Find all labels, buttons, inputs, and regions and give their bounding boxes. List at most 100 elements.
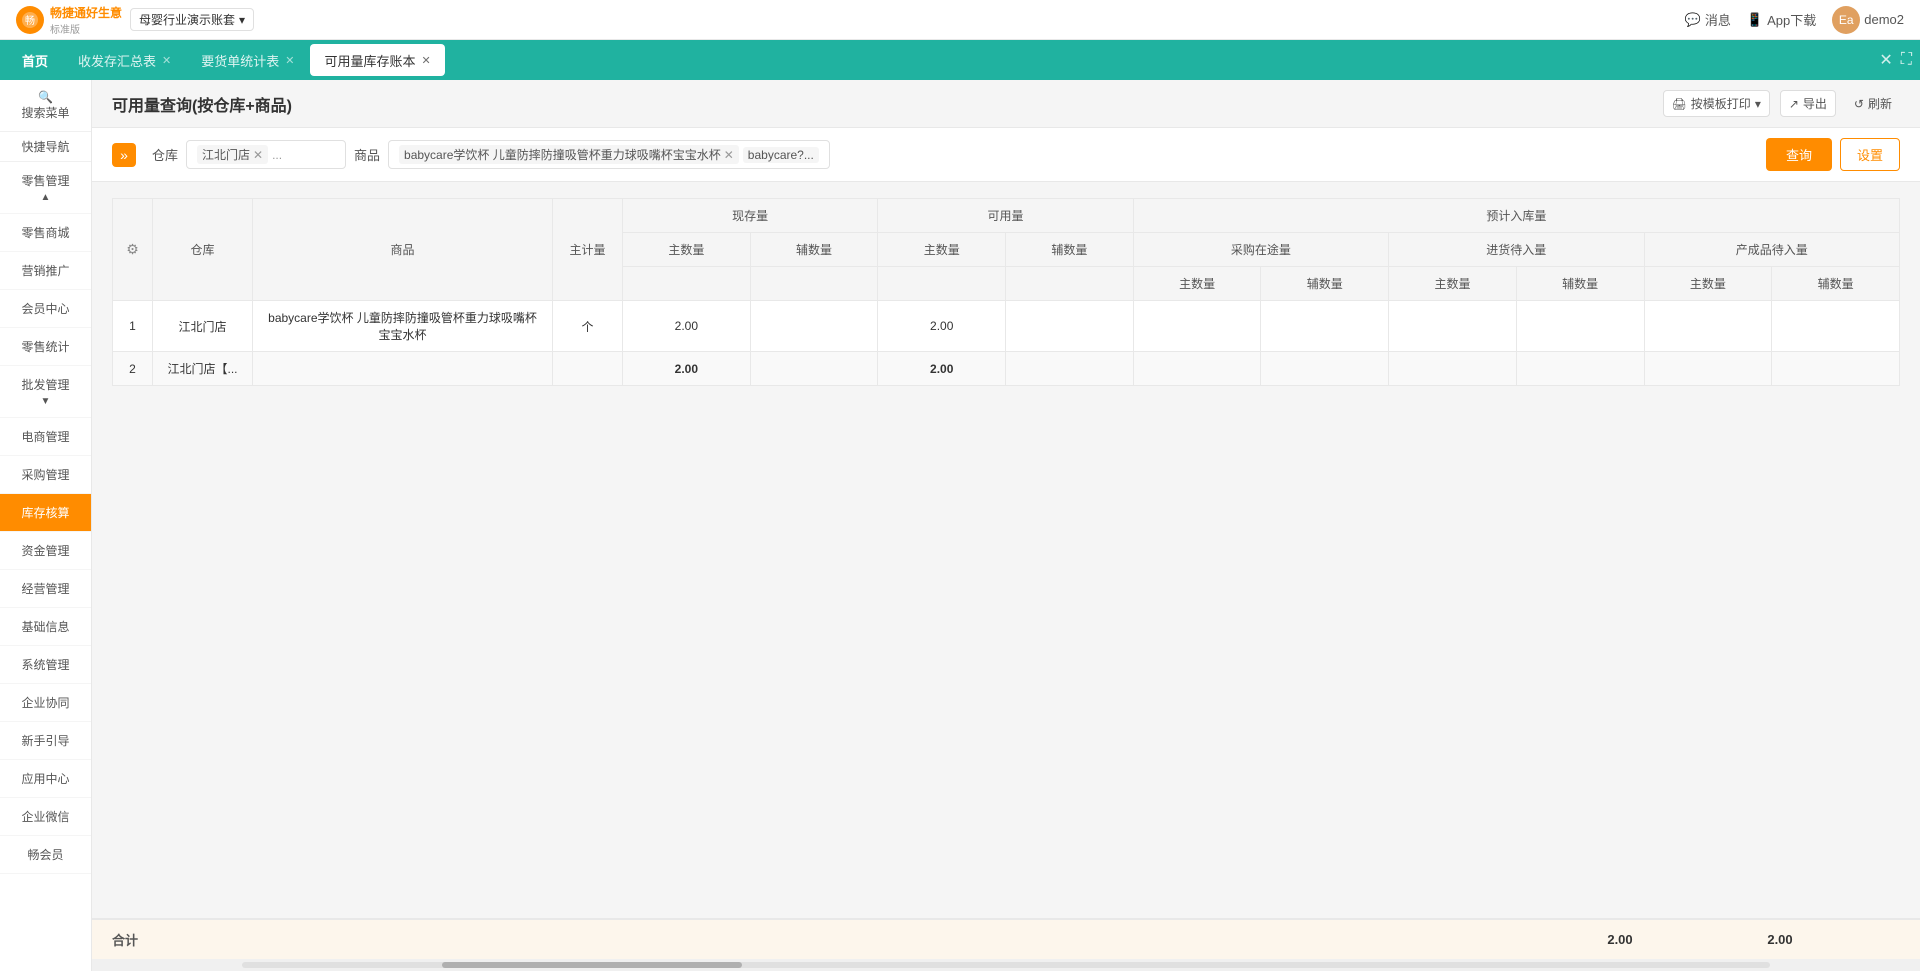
current-aux-qty-header: 辅数量 xyxy=(750,233,878,267)
av-aux-sub xyxy=(1006,267,1134,301)
sidebar-item-system-mgmt[interactable]: 系统管理 xyxy=(0,646,91,684)
refresh-label: 刷新 xyxy=(1868,95,1892,112)
message-btn[interactable]: 💬 消息 xyxy=(1685,10,1731,29)
close-icon[interactable]: ✕ xyxy=(422,54,431,67)
search-label: 搜索菜单 xyxy=(8,104,83,121)
search-icon: 🔍 xyxy=(38,90,53,104)
tab-home[interactable]: 首页 xyxy=(8,44,62,76)
col-settings: ⚙ xyxy=(113,199,153,301)
summary-row: 合计 2.00 2.00 xyxy=(92,918,1920,959)
product-label: 商品 xyxy=(354,145,380,164)
warehouse-label: 仓库 xyxy=(152,145,178,164)
sidebar-label: 批发管理 xyxy=(21,376,69,393)
scroll-track xyxy=(242,962,1770,968)
sidebar-label: 零售统计 xyxy=(21,338,69,355)
close-icon[interactable]: ✕ xyxy=(162,54,171,67)
horizontal-scrollbar[interactable] xyxy=(92,959,1920,971)
row-current-main: 2.00 xyxy=(623,352,751,386)
table-row: 2 江北门店【... 2.00 2.00 xyxy=(113,352,1900,386)
close-all-btn[interactable]: ✕ xyxy=(1879,50,1892,70)
sidebar-label: 新手引导 xyxy=(21,732,69,749)
sidebar-item-member-center[interactable]: 会员中心 xyxy=(0,290,91,328)
cs-aux-sub xyxy=(750,267,878,301)
sidebar-item-enterprise-wechat[interactable]: 企业微信 xyxy=(0,798,91,836)
row-pur-aux xyxy=(1261,301,1389,352)
setting-btn[interactable]: 设置 xyxy=(1840,138,1900,171)
close-icon[interactable]: ✕ xyxy=(285,54,294,67)
quick-nav-label: 快捷导航 xyxy=(21,140,69,154)
inb-aux-sub: 辅数量 xyxy=(1516,267,1644,301)
industry-select[interactable]: 母婴行业演示账套 ▾ xyxy=(130,8,254,31)
sidebar-label: 营销推广 xyxy=(21,262,69,279)
sidebar-item-vip-member[interactable]: 畅会员 xyxy=(0,836,91,874)
purchase-transit-header: 采购在途量 xyxy=(1133,233,1388,267)
sidebar-label: 会员中心 xyxy=(21,300,69,317)
sidebar-item-retail-stats[interactable]: 零售统计 xyxy=(0,328,91,366)
chevron-down-icon: ▾ xyxy=(239,13,245,27)
export-btn[interactable]: ↗ 导出 xyxy=(1780,90,1836,117)
remove-product1-btn[interactable]: ✕ xyxy=(724,148,734,162)
maximize-btn[interactable]: ⛶ xyxy=(1901,51,1912,69)
tab-order-label: 要货单统计表 xyxy=(201,51,279,70)
sidebar-item-inventory-check[interactable]: 库存核算 xyxy=(0,494,91,532)
row-avail-main: 2.00 xyxy=(878,352,1006,386)
sidebar-item-finance-mgmt[interactable]: 资金管理 xyxy=(0,532,91,570)
row-product xyxy=(253,352,553,386)
chevron-down-icon: ▼ xyxy=(41,396,51,407)
expand-btn[interactable]: » xyxy=(112,143,136,167)
top-bar-right: 💬 消息 📱 App下载 Ea demo2 xyxy=(1685,6,1904,34)
row-warehouse: 江北门店【... xyxy=(153,352,253,386)
sidebar-quick-nav[interactable]: 快捷导航 xyxy=(0,132,91,162)
row-product: babycare学饮杯 儿童防摔防撞吸管杯重力球吸嘴杯宝宝水杯 xyxy=(253,301,553,352)
summary-label: 合计 xyxy=(112,930,262,949)
user-info[interactable]: Ea demo2 xyxy=(1832,6,1904,34)
summary-current-main: 2.00 xyxy=(1580,932,1660,947)
tab-income-summary[interactable]: 收发存汇总表 ✕ xyxy=(64,44,185,76)
sidebar-search[interactable]: 🔍 搜索菜单 xyxy=(0,80,91,132)
sidebar-item-enterprise-collab[interactable]: 企业协同 xyxy=(0,684,91,722)
warehouse-value: 江北门店 xyxy=(202,146,250,163)
row-num: 2 xyxy=(113,352,153,386)
sidebar-label: 库存核算 xyxy=(21,504,69,521)
export-icon: ↗ xyxy=(1789,97,1799,111)
product-tag2-value: babycare?... xyxy=(748,148,814,162)
sidebar-item-new-guide[interactable]: 新手引导 xyxy=(0,722,91,760)
print-btn[interactable]: 🖨 按模板打印 ▾ xyxy=(1663,90,1770,117)
tab-available-stock[interactable]: 可用量库存账本 ✕ xyxy=(310,44,444,76)
sidebar-item-basic-info[interactable]: 基础信息 xyxy=(0,608,91,646)
sidebar-item-operations-mgmt[interactable]: 经营管理 xyxy=(0,570,91,608)
cs-main-sub xyxy=(623,267,751,301)
sidebar-item-ecommerce-mgmt[interactable]: 电商管理 xyxy=(0,418,91,456)
warehouse-input[interactable]: 江北门店 ✕ ... xyxy=(186,140,346,169)
sidebar-item-purchase-mgmt[interactable]: 采购管理 xyxy=(0,456,91,494)
sidebar-label: 畅会员 xyxy=(27,846,63,863)
export-label: 导出 xyxy=(1803,95,1827,112)
avatar: Ea xyxy=(1832,6,1860,34)
row-warehouse: 江北门店 xyxy=(153,301,253,352)
sidebar-item-marketing[interactable]: 营销推广 xyxy=(0,252,91,290)
sidebar-item-wholesale-mgmt[interactable]: 批发管理 ▼ xyxy=(0,366,91,418)
remove-warehouse-btn[interactable]: ✕ xyxy=(253,148,263,162)
gear-icon[interactable]: ⚙ xyxy=(126,241,139,257)
product-input[interactable]: babycare学饮杯 儿童防摔防撞吸管杯重力球吸嘴杯宝宝水杯 ✕ babyca… xyxy=(388,140,830,169)
sidebar-item-retail-mall[interactable]: 零售商城 xyxy=(0,214,91,252)
query-btn[interactable]: 查询 xyxy=(1766,138,1832,171)
sidebar-label: 零售商城 xyxy=(21,224,69,241)
app-download-label: App下载 xyxy=(1767,10,1816,29)
sidebar-item-retail-mgmt[interactable]: 零售管理 ▲ xyxy=(0,162,91,214)
logo-icon: 畅 xyxy=(16,6,44,34)
app-download-btn[interactable]: 📱 App下载 xyxy=(1747,10,1816,29)
sidebar-label: 零售管理 xyxy=(21,172,69,189)
inb-main-sub: 主数量 xyxy=(1389,267,1517,301)
sidebar-item-app-center[interactable]: 应用中心 xyxy=(0,760,91,798)
warehouse-tag: 江北门店 ✕ xyxy=(197,145,268,164)
row-prod-aux xyxy=(1772,301,1900,352)
row-inb-aux xyxy=(1516,352,1644,386)
tab-order-stats[interactable]: 要货单统计表 ✕ xyxy=(187,44,308,76)
chevron-down-icon: ▾ xyxy=(1755,97,1761,111)
col-current-stock-header: 现存量 xyxy=(623,199,878,233)
summary-avail-main: 2.00 xyxy=(1740,932,1820,947)
scroll-thumb[interactable] xyxy=(442,962,742,968)
row-avail-aux xyxy=(1006,301,1134,352)
refresh-btn[interactable]: ↺ 刷新 xyxy=(1846,91,1900,116)
